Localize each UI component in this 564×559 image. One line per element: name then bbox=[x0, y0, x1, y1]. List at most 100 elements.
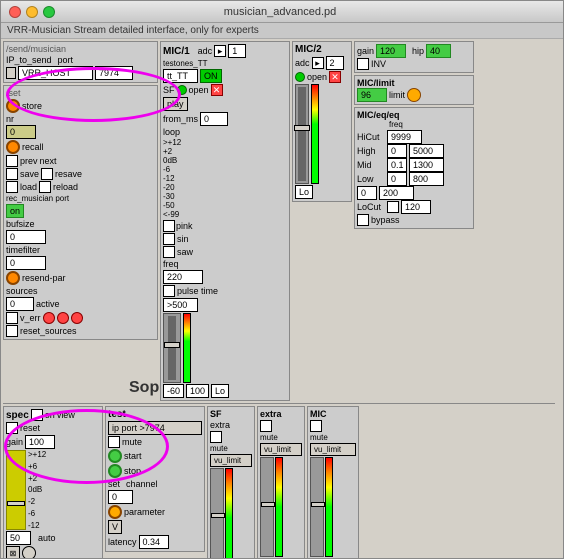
mic1-fader-area bbox=[163, 313, 287, 383]
resend-par-bang[interactable] bbox=[6, 271, 20, 285]
mic-fader[interactable] bbox=[310, 457, 324, 557]
spec-db-2: -2 bbox=[28, 497, 46, 506]
stop-label: stop bbox=[124, 466, 141, 476]
mic-limit-header: MIC/limit bbox=[357, 78, 471, 88]
spec-db-0: 0dB bbox=[28, 485, 46, 494]
start-bang[interactable] bbox=[108, 449, 122, 463]
inv-checkbox[interactable] bbox=[357, 58, 369, 70]
low-freq2[interactable]: 200 bbox=[379, 186, 414, 200]
vrr-host-input[interactable]: VRR_HOST bbox=[18, 66, 93, 80]
pink-checkbox[interactable] bbox=[163, 220, 175, 232]
limit-label: limit bbox=[389, 90, 405, 100]
nr-value[interactable]: 0 bbox=[6, 125, 36, 139]
locut-value[interactable]: 120 bbox=[401, 200, 431, 214]
pulse-time-label: pulse time bbox=[177, 286, 218, 296]
extra1-fader[interactable] bbox=[260, 457, 274, 557]
recall-bang[interactable] bbox=[6, 140, 20, 154]
spec-view-label: view bbox=[57, 410, 75, 420]
hicut-value[interactable]: 9999 bbox=[387, 130, 422, 144]
spec-gain-value[interactable]: 100 bbox=[25, 435, 55, 449]
test-on-value[interactable]: 0 bbox=[108, 490, 133, 504]
spec-gain-row: gain 100 bbox=[6, 435, 100, 449]
spec-val50-box[interactable]: 50 bbox=[6, 531, 31, 545]
freq-label: freq bbox=[163, 259, 179, 269]
spec-copier-box[interactable]: ⊠ bbox=[6, 546, 20, 558]
minimize-button[interactable] bbox=[26, 6, 38, 18]
mic-mute-cb[interactable] bbox=[310, 420, 322, 432]
mic2-adc-toggle[interactable]: ▸ bbox=[312, 57, 324, 69]
high-gain[interactable]: 0 bbox=[387, 144, 407, 158]
play-button[interactable]: play bbox=[163, 97, 188, 111]
resave-checkbox[interactable] bbox=[41, 168, 53, 180]
low-freq[interactable]: 800 bbox=[409, 172, 444, 186]
mid-gain[interactable]: 0.1 bbox=[387, 158, 407, 172]
tt-tt-box[interactable]: tt_TT bbox=[163, 69, 198, 83]
sf-label-bot: SF bbox=[210, 409, 252, 419]
prev-checkbox[interactable] bbox=[6, 155, 18, 167]
reset-sources-checkbox[interactable] bbox=[6, 325, 18, 337]
extra1-mute-label: mute bbox=[260, 433, 302, 442]
load-checkbox[interactable] bbox=[6, 181, 18, 193]
port-input[interactable]: 7974 bbox=[95, 66, 133, 80]
recall-label: recall bbox=[22, 142, 44, 152]
mic2-close-button[interactable]: ✕ bbox=[329, 71, 341, 83]
sin-label: sin bbox=[177, 234, 189, 244]
mic1-adc-toggle[interactable]: ▸ bbox=[214, 45, 226, 57]
host-toggle[interactable] bbox=[6, 67, 16, 79]
test-v-box[interactable]: V bbox=[108, 520, 122, 534]
inv-label: INV bbox=[371, 59, 386, 69]
active-value[interactable]: 0 bbox=[6, 297, 34, 311]
maximize-button[interactable] bbox=[43, 6, 55, 18]
mic2-fader[interactable] bbox=[295, 84, 309, 184]
spec-fader-yellow[interactable] bbox=[6, 450, 26, 530]
save-checkbox[interactable] bbox=[6, 168, 18, 180]
close-x-button[interactable]: ✕ bbox=[211, 84, 223, 96]
set-section: /set store nr 0 bbox=[3, 85, 158, 340]
extra1-mute-cb[interactable] bbox=[260, 420, 272, 432]
bypass-checkbox[interactable] bbox=[357, 214, 369, 226]
timefilter-value[interactable]: 0 bbox=[6, 256, 46, 270]
freq-value[interactable]: 220 bbox=[163, 270, 203, 284]
sf-mute-cb[interactable] bbox=[210, 431, 222, 443]
limit-button[interactable] bbox=[407, 88, 421, 102]
reload-checkbox[interactable] bbox=[39, 181, 51, 193]
low-gain2[interactable]: 0 bbox=[357, 186, 377, 200]
spec-copier-circle[interactable] bbox=[22, 546, 36, 558]
stop-bang[interactable] bbox=[108, 464, 122, 478]
sin-checkbox[interactable] bbox=[163, 233, 175, 245]
mic1-adc-value[interactable]: 1 bbox=[228, 44, 246, 58]
pulse-checkbox[interactable] bbox=[163, 285, 175, 297]
low-gain[interactable]: 0 bbox=[387, 172, 407, 186]
mic1-fader[interactable] bbox=[163, 313, 181, 383]
from-ms-value[interactable]: 0 bbox=[200, 112, 228, 126]
saw-checkbox[interactable] bbox=[163, 246, 175, 258]
close-button[interactable] bbox=[9, 6, 21, 18]
mid-freq[interactable]: 1300 bbox=[409, 158, 444, 172]
db500-value[interactable]: >500 bbox=[163, 298, 198, 312]
spec-db-6plus: +6 bbox=[28, 462, 46, 471]
locut-row: LoCut 120 bbox=[357, 200, 471, 214]
store-bang[interactable] bbox=[6, 99, 20, 113]
save-label: save bbox=[20, 169, 39, 179]
spec-on-checkbox[interactable] bbox=[31, 409, 43, 421]
limit-value[interactable]: 96 bbox=[357, 88, 387, 102]
bufsize-value[interactable]: 0 bbox=[6, 230, 46, 244]
sf-fader[interactable] bbox=[210, 468, 224, 558]
on-button[interactable]: ON bbox=[200, 69, 222, 83]
verr-row: v_err bbox=[6, 312, 155, 324]
hip-value[interactable]: 40 bbox=[426, 44, 451, 58]
high-freq[interactable]: 5000 bbox=[409, 144, 444, 158]
spec-reset-checkbox[interactable] bbox=[6, 422, 18, 434]
spec-section: spec on view reset gain 100 bbox=[3, 406, 103, 558]
mic2-adc-value[interactable]: 2 bbox=[326, 56, 344, 70]
spec-auto-label: auto bbox=[38, 533, 56, 543]
spec-db-labels: >+12 +6 +2 0dB -2 -6 -12 bbox=[28, 450, 46, 530]
on-box[interactable]: on bbox=[6, 204, 24, 218]
test-mute-row: mute bbox=[108, 436, 202, 448]
verr-checkbox[interactable] bbox=[6, 312, 18, 324]
test-latency-value[interactable]: 0.34 bbox=[139, 535, 169, 549]
param-bang[interactable] bbox=[108, 505, 122, 519]
locut-checkbox[interactable] bbox=[387, 201, 399, 213]
mic-gain-value[interactable]: 120 bbox=[376, 44, 406, 58]
test-mute-checkbox[interactable] bbox=[108, 436, 120, 448]
